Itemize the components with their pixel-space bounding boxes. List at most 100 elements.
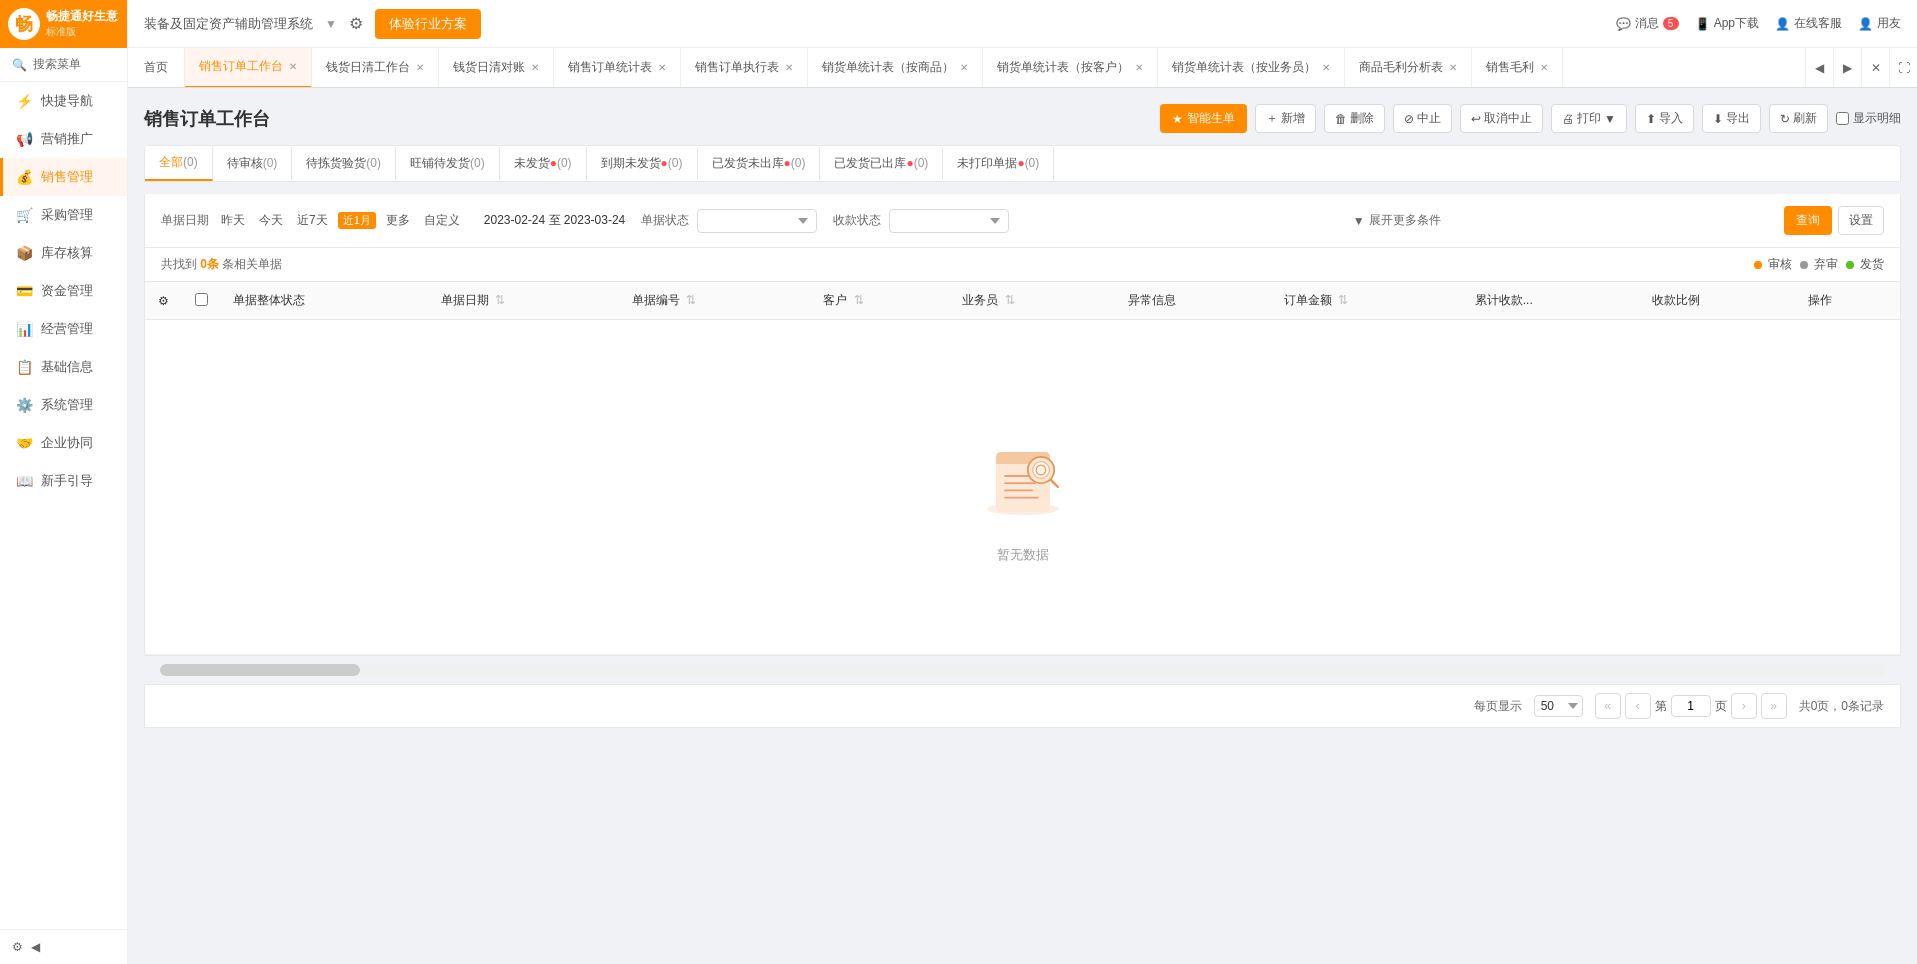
add-btn[interactable]: ＋ 新增: [1255, 104, 1316, 133]
tab-close-icon[interactable]: ✕: [960, 62, 968, 73]
sidebar-item-guide[interactable]: 📖 新手引导: [0, 462, 127, 500]
scroll-thumb[interactable]: [160, 664, 360, 676]
sidebar-item-purchase[interactable]: 🛒 采购管理: [0, 196, 127, 234]
tab-sales-exec[interactable]: 销售订单执行表 ✕: [681, 48, 808, 88]
sub-tab-overdue[interactable]: 到期未发货●(0): [587, 147, 698, 180]
stop-btn[interactable]: ⊘ 中止: [1393, 104, 1452, 133]
unreviewed-action[interactable]: 弃审: [1800, 256, 1838, 273]
tab-close-icon[interactable]: ✕: [1322, 62, 1330, 73]
next-page-btn[interactable]: ›: [1731, 693, 1757, 719]
export-btn[interactable]: ⬇ 导出: [1702, 104, 1761, 133]
sub-tab-shipped-out[interactable]: 已发货已出库●(0): [820, 147, 943, 180]
sidebar-item-cooperation[interactable]: 🤝 企业协同: [0, 424, 127, 462]
topbar-dropdown-icon[interactable]: ▼: [325, 17, 337, 31]
sidebar-item-finance[interactable]: 💳 资金管理: [0, 272, 127, 310]
tab-sales-summary-product[interactable]: 销货单统计表（按商品） ✕: [808, 48, 983, 88]
shortcut-yesterday[interactable]: 昨天: [217, 210, 249, 231]
tab-home[interactable]: 首页: [128, 48, 185, 88]
sub-tab-not-printed[interactable]: 未打印单据●(0): [943, 147, 1054, 180]
col-staff[interactable]: 业务员 ⇅: [950, 282, 1115, 320]
last-page-btn[interactable]: »: [1761, 693, 1787, 719]
smart-create-btn[interactable]: ★ 智能生单: [1160, 104, 1247, 133]
delete-btn[interactable]: 🗑 删除: [1324, 104, 1385, 133]
tab-close-icon[interactable]: ✕: [1540, 62, 1548, 73]
import-btn[interactable]: ⬆ 导入: [1635, 104, 1694, 133]
sidebar-item-quick-nav[interactable]: ⚡ 快捷导航: [0, 82, 127, 120]
prev-page-btn[interactable]: ‹: [1625, 693, 1651, 719]
app-download-btn[interactable]: 📱 App下载: [1695, 15, 1759, 32]
sidebar-item-sales[interactable]: 💰 销售管理: [0, 158, 127, 196]
expand-more-btn[interactable]: ▼ 展开更多条件: [1353, 212, 1441, 229]
sub-tab-all[interactable]: 全部(0): [145, 146, 213, 181]
settings-icon[interactable]: ⚙: [12, 940, 23, 954]
tab-cash-daily[interactable]: 钱货日清工作台 ✕: [312, 48, 439, 88]
col-number[interactable]: 单据编号 ⇅: [620, 282, 811, 320]
col-settings[interactable]: ⚙: [145, 282, 181, 320]
tab-sales-profit[interactable]: 销售毛利 ✕: [1472, 48, 1563, 88]
sidebar-item-operations[interactable]: 📊 经营管理: [0, 310, 127, 348]
col-date[interactable]: 单据日期 ⇅: [429, 282, 620, 320]
tab-cash-reconcile[interactable]: 钱货日清对账 ✕: [439, 48, 554, 88]
sub-tab-not-shipped[interactable]: 未发货●(0): [500, 147, 587, 180]
sub-tab-shipped-not-out[interactable]: 已发货未出库●(0): [698, 147, 821, 180]
tab-scroll-left-btn[interactable]: ◀: [1805, 48, 1833, 88]
ship-action[interactable]: 发货: [1846, 256, 1884, 273]
tab-close-icon[interactable]: ✕: [1449, 62, 1457, 73]
tab-close-all-btn[interactable]: ✕: [1861, 48, 1889, 88]
tab-label: 销售订单执行表: [695, 59, 779, 76]
tab-sales-summary-customer[interactable]: 销货单统计表（按客户） ✕: [983, 48, 1158, 88]
tab-close-icon[interactable]: ✕: [785, 62, 793, 73]
sub-tab-pending-review[interactable]: 待审核(0): [213, 147, 293, 180]
sidebar-item-system[interactable]: ⚙️ 系统管理: [0, 386, 127, 424]
message-btn[interactable]: 💬 消息 5: [1616, 15, 1679, 32]
sidebar-item-inventory[interactable]: 📦 库存核算: [0, 234, 127, 272]
tab-sales-workbench[interactable]: 销售订单工作台 ✕: [185, 48, 312, 88]
sub-tab-wangpu[interactable]: 旺铺待发货(0): [396, 147, 500, 180]
settings-filter-btn[interactable]: 设置: [1838, 206, 1884, 235]
show-detail-checkbox[interactable]: 显示明细: [1836, 110, 1901, 127]
tab-close-icon[interactable]: ✕: [1135, 62, 1143, 73]
page-size-select[interactable]: 20 50 100: [1534, 695, 1583, 717]
col-checkbox[interactable]: [181, 282, 221, 320]
industry-btn[interactable]: 体验行业方案: [375, 9, 481, 39]
sidebar-item-marketing[interactable]: 📢 营销推广: [0, 120, 127, 158]
review-action[interactable]: 审核: [1754, 256, 1792, 273]
tab-sales-summary-staff[interactable]: 销货单统计表（按业务员） ✕: [1158, 48, 1345, 88]
tab-close-icon[interactable]: ✕: [416, 62, 424, 73]
print-btn[interactable]: 🖨 打印 ▼: [1551, 104, 1627, 133]
tab-close-icon[interactable]: ✕: [289, 61, 297, 72]
first-page-btn[interactable]: «: [1595, 693, 1621, 719]
online-service-btn[interactable]: 👤 在线客服: [1775, 15, 1842, 32]
tab-sales-stats[interactable]: 销售订单统计表 ✕: [554, 48, 681, 88]
shortcut-today[interactable]: 今天: [255, 210, 287, 231]
horizontal-scrollbar[interactable]: [160, 664, 1885, 676]
page-number-input[interactable]: [1671, 695, 1711, 717]
tab-product-margin[interactable]: 商品毛利分析表 ✕: [1345, 48, 1472, 88]
collapse-icon[interactable]: ◀: [31, 940, 40, 954]
payment-select[interactable]: [889, 209, 1009, 233]
tab-close-icon[interactable]: ✕: [531, 62, 539, 73]
tab-expand-btn[interactable]: ⛶: [1889, 48, 1917, 88]
status-select[interactable]: [697, 209, 817, 233]
col-customer[interactable]: 客户 ⇅: [811, 282, 950, 320]
expand-label: 展开更多条件: [1369, 212, 1441, 229]
app-icon: 📱: [1695, 17, 1710, 31]
shortcut-1month[interactable]: 近1月: [338, 212, 376, 229]
tab-scroll-right-btn[interactable]: ▶: [1833, 48, 1861, 88]
refresh-btn[interactable]: ↻ 刷新: [1769, 104, 1828, 133]
shortcut-7days[interactable]: 近7天: [293, 210, 332, 231]
shortcut-custom[interactable]: 自定义: [420, 210, 464, 231]
user-btn[interactable]: 👤 用友: [1858, 15, 1901, 32]
show-detail-input[interactable]: [1836, 112, 1849, 125]
cancel-stop-btn[interactable]: ↩ 取消中止: [1460, 104, 1543, 133]
sidebar-item-basic[interactable]: 📋 基础信息: [0, 348, 127, 386]
column-settings-icon[interactable]: ⚙: [158, 294, 169, 308]
query-btn[interactable]: 查询: [1784, 206, 1832, 235]
tab-close-icon[interactable]: ✕: [658, 62, 666, 73]
select-all-checkbox[interactable]: [195, 293, 208, 306]
search-menu-item[interactable]: 🔍 搜索菜单: [0, 48, 127, 82]
topbar-settings-icon[interactable]: ⚙: [349, 14, 363, 33]
col-amount[interactable]: 订单金额 ⇅: [1272, 282, 1463, 320]
sub-tab-pending-verify[interactable]: 待拣货验货(0): [292, 147, 396, 180]
shortcut-more[interactable]: 更多: [382, 210, 414, 231]
